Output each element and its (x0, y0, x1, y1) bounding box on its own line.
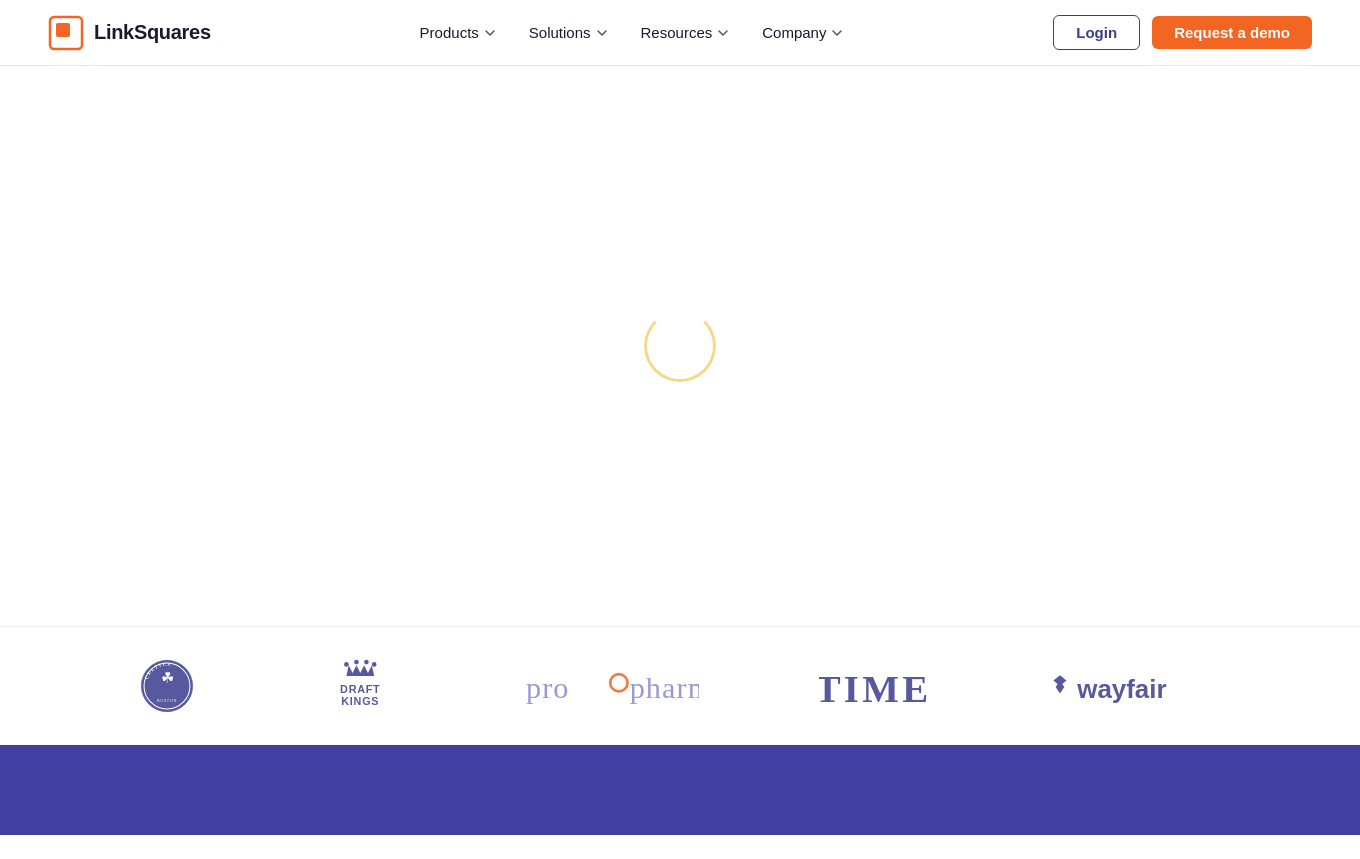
chevron-down-icon (483, 26, 497, 40)
svg-point-8 (344, 662, 349, 667)
svg-text:KINGS: KINGS (341, 695, 379, 707)
svg-point-15 (611, 674, 628, 691)
nav-resources-label: Resources (641, 24, 713, 41)
nav-links: Products Solutions Resources Company (406, 16, 859, 49)
svg-text:pro: pro (526, 671, 570, 705)
nav-actions: Login Request a demo (1053, 15, 1312, 50)
wayfair-logo: wayfair (1047, 659, 1220, 713)
nav-products-label: Products (420, 24, 479, 41)
svg-marker-19 (1054, 675, 1067, 686)
nav-item-resources[interactable]: Resources (627, 16, 745, 49)
svg-point-11 (372, 662, 377, 667)
nav-item-company[interactable]: Company (748, 16, 858, 49)
svg-text:BOSTON: BOSTON (157, 698, 177, 703)
celtics-logo: ☘ CELTICS BOSTON (140, 659, 194, 713)
svg-text:DRAFT: DRAFT (340, 683, 380, 695)
nav-company-label: Company (762, 24, 826, 41)
time-logo: TIME (819, 659, 927, 713)
loading-spinner (644, 310, 716, 382)
main-content (0, 66, 1360, 626)
nav-item-products[interactable]: Products (406, 16, 511, 49)
svg-text:wayfair: wayfair (1076, 675, 1166, 703)
nav-solutions-label: Solutions (529, 24, 591, 41)
login-button[interactable]: Login (1053, 15, 1140, 50)
svg-text:TIME: TIME (819, 667, 927, 710)
chevron-down-icon (716, 26, 730, 40)
svg-text:pharma: pharma (630, 671, 699, 705)
nav-item-solutions[interactable]: Solutions (515, 16, 623, 49)
svg-marker-7 (346, 665, 374, 676)
chevron-down-icon (595, 26, 609, 40)
chevron-down-icon (830, 26, 844, 40)
navbar: LinkSquares Products Solutions Resources… (0, 0, 1360, 66)
footer-band (0, 745, 1360, 835)
propharma-logo: pro pharma (526, 659, 699, 713)
svg-text:☘: ☘ (160, 670, 173, 686)
logo-icon (48, 15, 84, 51)
svg-point-10 (364, 660, 369, 665)
logo-link[interactable]: LinkSquares (48, 15, 211, 51)
logo-text: LinkSquares (94, 21, 211, 44)
draftkings-logo: DRAFT KINGS (314, 659, 407, 713)
request-demo-button[interactable]: Request a demo (1152, 16, 1312, 49)
svg-point-9 (354, 660, 359, 665)
logos-strip: ☘ CELTICS BOSTON DRAFT KINGS (0, 626, 1360, 745)
svg-rect-1 (56, 23, 70, 37)
